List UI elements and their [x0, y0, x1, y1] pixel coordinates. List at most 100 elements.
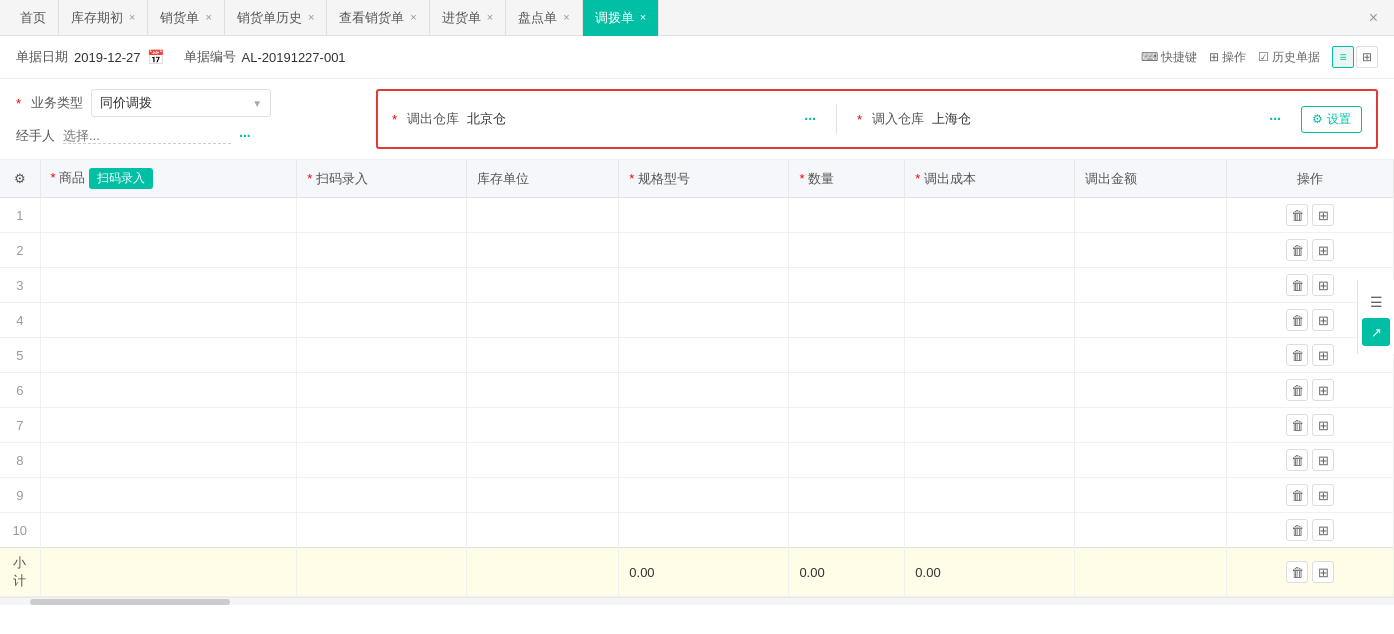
- row-unit[interactable]: [297, 338, 467, 373]
- row-transfer-cost[interactable]: [789, 513, 905, 548]
- row-spec[interactable]: [467, 443, 619, 478]
- row-spec[interactable]: [467, 408, 619, 443]
- history-action[interactable]: ☑ 历史单据: [1258, 49, 1320, 66]
- tab-sales-order-close[interactable]: ×: [205, 12, 211, 23]
- view-list-btn[interactable]: ≡: [1332, 46, 1354, 68]
- business-type-select[interactable]: 同价调拨 ▼: [91, 89, 271, 117]
- row-transfer-amount[interactable]: [905, 443, 1075, 478]
- row-copy-btn[interactable]: ⊞: [1312, 344, 1334, 366]
- tab-view-sales[interactable]: 查看销货单 ×: [327, 0, 429, 36]
- tab-transfer-order[interactable]: 调拨单 ×: [583, 0, 659, 36]
- row-copy-btn[interactable]: ⊞: [1312, 519, 1334, 541]
- row-quantity[interactable]: [619, 373, 789, 408]
- tab-sales-history[interactable]: 销货单历史 ×: [225, 0, 327, 36]
- tab-inventory-init-close[interactable]: ×: [129, 12, 135, 23]
- row-transfer-amount[interactable]: [905, 373, 1075, 408]
- view-grid-btn[interactable]: ⊞: [1356, 46, 1378, 68]
- row-delete-btn[interactable]: 🗑: [1286, 449, 1308, 471]
- subtotal-copy-btn[interactable]: ⊞: [1312, 561, 1334, 583]
- row-unit[interactable]: [297, 303, 467, 338]
- row-spec[interactable]: [467, 268, 619, 303]
- row-product[interactable]: [40, 373, 297, 408]
- row-transfer-amount[interactable]: [905, 478, 1075, 513]
- row-transfer-amount[interactable]: [905, 303, 1075, 338]
- row-product[interactable]: [40, 513, 297, 548]
- row-quantity[interactable]: [619, 303, 789, 338]
- row-spec[interactable]: [467, 233, 619, 268]
- row-spec[interactable]: [467, 478, 619, 513]
- row-copy-btn[interactable]: ⊞: [1312, 274, 1334, 296]
- tab-transfer-order-close[interactable]: ×: [640, 12, 646, 23]
- row-product[interactable]: [40, 268, 297, 303]
- tab-purchase-order[interactable]: 进货单 ×: [430, 0, 506, 36]
- row-quantity[interactable]: [619, 268, 789, 303]
- row-delete-btn[interactable]: 🗑: [1286, 309, 1308, 331]
- row-delete-btn[interactable]: 🗑: [1286, 379, 1308, 401]
- row-spec[interactable]: [467, 513, 619, 548]
- row-transfer-amount[interactable]: [905, 198, 1075, 233]
- scan-entry-button[interactable]: 扫码录入: [89, 168, 153, 189]
- th-gear[interactable]: ⚙: [0, 160, 40, 198]
- row-unit[interactable]: [297, 373, 467, 408]
- tab-inventory-check-close[interactable]: ×: [563, 12, 569, 23]
- row-transfer-cost[interactable]: [789, 443, 905, 478]
- row-transfer-amount[interactable]: [905, 408, 1075, 443]
- transfer-in-more-icon[interactable]: ···: [1269, 111, 1281, 127]
- row-copy-btn[interactable]: ⊞: [1312, 309, 1334, 331]
- row-transfer-amount[interactable]: [905, 513, 1075, 548]
- handler-more-icon[interactable]: ···: [239, 128, 251, 144]
- row-delete-btn[interactable]: 🗑: [1286, 484, 1308, 506]
- handler-input[interactable]: [63, 128, 231, 144]
- row-transfer-cost[interactable]: [789, 408, 905, 443]
- horizontal-scrollbar[interactable]: [0, 597, 1394, 605]
- tab-sales-history-close[interactable]: ×: [308, 12, 314, 23]
- calendar-icon[interactable]: 📅: [147, 49, 164, 65]
- row-product[interactable]: [40, 198, 297, 233]
- row-quantity[interactable]: [619, 443, 789, 478]
- tab-inventory-check[interactable]: 盘点单 ×: [506, 0, 582, 36]
- row-unit[interactable]: [297, 268, 467, 303]
- row-product[interactable]: [40, 443, 297, 478]
- row-quantity[interactable]: [619, 513, 789, 548]
- row-delete-btn[interactable]: 🗑: [1286, 204, 1308, 226]
- row-product[interactable]: [40, 338, 297, 373]
- row-product[interactable]: [40, 408, 297, 443]
- row-copy-btn[interactable]: ⊞: [1312, 239, 1334, 261]
- subtotal-delete-btn[interactable]: 🗑: [1286, 561, 1308, 583]
- row-unit[interactable]: [297, 408, 467, 443]
- operations-action[interactable]: ⊞ 操作: [1209, 49, 1246, 66]
- row-product[interactable]: [40, 303, 297, 338]
- tab-home[interactable]: 首页: [8, 0, 59, 36]
- row-transfer-amount[interactable]: [905, 233, 1075, 268]
- row-quantity[interactable]: [619, 198, 789, 233]
- row-transfer-cost[interactable]: [789, 338, 905, 373]
- row-copy-btn[interactable]: ⊞: [1312, 414, 1334, 436]
- row-transfer-cost[interactable]: [789, 478, 905, 513]
- tab-purchase-order-close[interactable]: ×: [487, 12, 493, 23]
- row-spec[interactable]: [467, 303, 619, 338]
- tab-view-sales-close[interactable]: ×: [410, 12, 416, 23]
- tab-sales-order[interactable]: 销货单 ×: [148, 0, 224, 36]
- row-transfer-cost[interactable]: [789, 233, 905, 268]
- row-delete-btn[interactable]: 🗑: [1286, 239, 1308, 261]
- row-unit[interactable]: [297, 233, 467, 268]
- row-quantity[interactable]: [619, 338, 789, 373]
- row-spec[interactable]: [467, 198, 619, 233]
- row-copy-btn[interactable]: ⊞: [1312, 484, 1334, 506]
- side-list-button[interactable]: ☰: [1362, 288, 1390, 316]
- row-product[interactable]: [40, 478, 297, 513]
- row-transfer-cost[interactable]: [789, 198, 905, 233]
- transfer-out-more-icon[interactable]: ···: [804, 111, 816, 127]
- row-delete-btn[interactable]: 🗑: [1286, 519, 1308, 541]
- row-unit[interactable]: [297, 443, 467, 478]
- window-close-button[interactable]: ×: [1361, 9, 1386, 27]
- row-delete-btn[interactable]: 🗑: [1286, 274, 1308, 296]
- row-delete-btn[interactable]: 🗑: [1286, 344, 1308, 366]
- row-copy-btn[interactable]: ⊞: [1312, 449, 1334, 471]
- row-transfer-cost[interactable]: [789, 303, 905, 338]
- row-unit[interactable]: [297, 198, 467, 233]
- row-delete-btn[interactable]: 🗑: [1286, 414, 1308, 436]
- row-copy-btn[interactable]: ⊞: [1312, 204, 1334, 226]
- row-transfer-amount[interactable]: [905, 268, 1075, 303]
- row-quantity[interactable]: [619, 478, 789, 513]
